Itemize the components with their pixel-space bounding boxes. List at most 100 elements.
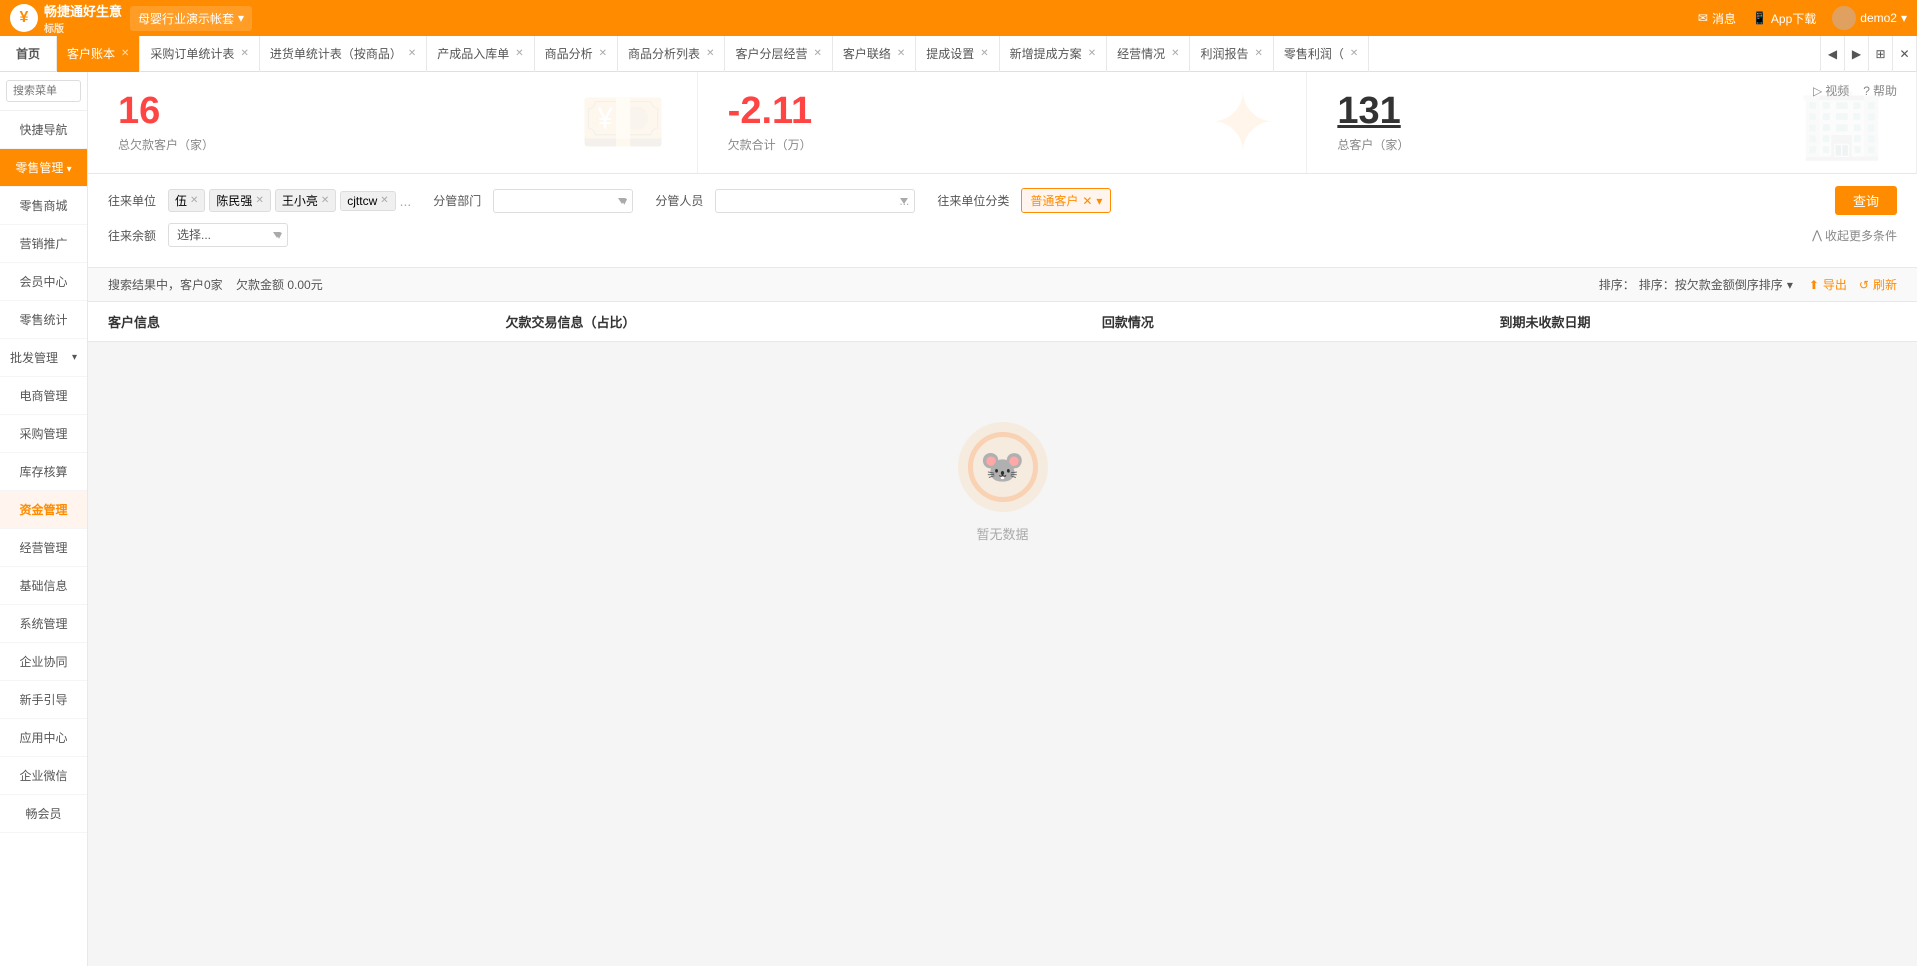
tab-operation-status[interactable]: 经营情况 ✕ [1107,36,1190,72]
tab-prev-btn[interactable]: ◀ [1821,36,1845,72]
close-tab-customer-contact[interactable]: ✕ [897,48,905,59]
empty-state: 🐭 暂无数据 [88,342,1917,623]
sidebar-item-guide[interactable]: 新手引导 [0,681,87,719]
tab-customer-book[interactable]: 客户账本 ✕ [57,36,140,72]
filter-section: 往来单位 伍 ✕ 陈民强 ✕ 王小亮 ✕ [88,174,1917,268]
refresh-btn[interactable]: ↺ 刷新 [1859,276,1897,293]
sidebar-item-vip[interactable]: 畅会员 [0,795,87,833]
account-selector[interactable]: 母婴行业演示帐套 ▾ [130,6,252,31]
tab-home[interactable]: 首页 [0,36,57,72]
del-category-tag[interactable]: ✕ [1082,194,1092,208]
stats-row: ▷ 视频 ? 帮助 💴 16 总欠款客户（家） ✦ -2.11 [88,72,1917,174]
close-tab-goods-analysis-list[interactable]: ✕ [706,48,714,59]
unit-tag-wu: 伍 ✕ [168,189,205,212]
col-due-date: 到期未收款日期 [1499,312,1897,331]
table-header: 客户信息 欠款交易信息（占比） 回款情况 到期未收款日期 [88,302,1917,342]
main-layout: 快捷导航 零售管理 ▾ 零售商城 营销推广 会员中心 零售统计 批发管理 ▾ 电… [0,72,1917,966]
close-tab-customer-segment[interactable]: ✕ [813,48,821,59]
del-unit-tag-wu[interactable]: ✕ [190,195,198,206]
sidebar-item-inventory[interactable]: 库存核算 [0,453,87,491]
sidebar-search-row [0,72,87,111]
unit-tag-chen: 陈民强 ✕ [209,189,270,212]
tab-product-entry[interactable]: 产成品入库单 ✕ [427,36,534,72]
close-tab-promotion-settings[interactable]: ✕ [980,48,988,59]
export-btn[interactable]: ⬆ 导出 [1809,276,1847,293]
tab-goods-analysis-list[interactable]: 商品分析列表 ✕ [618,36,725,72]
tab-customer-contact[interactable]: 客户联络 ✕ [833,36,916,72]
user-avatar[interactable]: demo2 ▾ [1832,6,1907,30]
sidebar-item-system[interactable]: 系统管理 [0,605,87,643]
sidebar-item-app-center[interactable]: 应用中心 [0,719,87,757]
tab-promotion-settings[interactable]: 提成设置 ✕ [916,36,999,72]
top-bar: ¥ 畅捷通好生意 标版 母婴行业演示帐套 ▾ ✉ 消息 📱 App下载 demo… [0,0,1917,36]
collapse-btn[interactable]: ⋀ 收起更多条件 [1812,227,1897,244]
balance-selector: 选择... ▾ [168,223,288,247]
avatar-img [1832,6,1856,30]
filter-more-dots[interactable]: ... [400,193,412,209]
page-actions: ▷ 视频 ? 帮助 [1813,82,1897,99]
filter-row-2: 往来余额 选择... ▾ ⋀ 收起更多条件 [108,223,1897,247]
sidebar-search-input[interactable] [6,80,81,102]
del-unit-tag-chen[interactable]: ✕ [255,195,263,206]
close-tab-product-entry[interactable]: ✕ [515,48,523,59]
unit-tags: 伍 ✕ 陈民强 ✕ 王小亮 ✕ cjttcw ✕ [168,189,411,212]
close-tab-operation-status[interactable]: ✕ [1171,48,1179,59]
close-tab-goods-analysis[interactable]: ✕ [599,48,607,59]
content-area: ▷ 视频 ? 帮助 💴 16 总欠款客户（家） ✦ -2.11 [88,72,1917,966]
tab-purchase-stat[interactable]: 进货单统计表（按商品） ✕ [260,36,427,72]
close-tab-customer-book[interactable]: ✕ [121,48,129,59]
help-btn[interactable]: ? 帮助 [1863,82,1897,99]
dept-select[interactable] [493,189,633,213]
unit-label: 往来单位 [108,192,156,209]
tab-profit-report[interactable]: 利润报告 ✕ [1190,36,1273,72]
app-download-btn[interactable]: 📱 App下载 [1752,10,1816,27]
sidebar-item-retail-mall[interactable]: 零售商城 [0,187,87,225]
debt-amount-text: 欠款金额 0.00元 [236,278,323,292]
sidebar-item-quick-nav[interactable]: 快捷导航 [0,111,87,149]
close-tab-purchase-order[interactable]: ✕ [240,48,248,59]
message-btn[interactable]: ✉ 消息 [1698,10,1736,27]
stat-total-customers: 💴 16 总欠款客户（家） [88,72,698,173]
video-btn[interactable]: ▷ 视频 [1813,82,1849,99]
close-tab-purchase-stat[interactable]: ✕ [408,48,416,59]
person-select[interactable] [715,189,915,213]
empty-icon-wrapper: 🐭 [958,422,1048,512]
del-unit-tag-cjttcw[interactable]: ✕ [380,195,388,206]
del-unit-tag-wang[interactable]: ✕ [321,195,329,206]
tab-nav-arrows: ◀ ▶ ⊞ ✕ [1820,36,1917,72]
tab-purchase-order[interactable]: 采购订单统计表 ✕ [140,36,259,72]
balance-select[interactable]: 选择... [168,223,288,247]
close-tab-retail-profit[interactable]: ✕ [1350,48,1358,59]
sidebar-item-retail-manage[interactable]: 零售管理 ▾ [0,149,87,187]
query-btn[interactable]: 查询 [1835,186,1897,215]
person-label: 分管人员 [655,192,703,209]
sort-btn[interactable]: 排序： 排序：按欠款金额倒序排序 ▾ [1599,276,1793,293]
sidebar-item-finance[interactable]: 资金管理 [0,491,87,529]
sidebar-item-ecommerce[interactable]: 电商管理 [0,377,87,415]
tab-goods-analysis[interactable]: 商品分析 ✕ [535,36,618,72]
close-tab-new-achievement[interactable]: ✕ [1088,48,1096,59]
sidebar-item-purchase-manage[interactable]: 采购管理 [0,415,87,453]
total-all-value: 131 [1337,92,1400,130]
unit-tag-cjttcw: cjttcw ✕ [340,191,395,211]
tab-close-all-btn[interactable]: ✕ [1893,36,1917,72]
tab-retail-profit[interactable]: 零售利润（ ✕ [1274,36,1369,72]
stat-total-debt: ✦ -2.11 欠款合计（万） [698,72,1308,173]
sidebar-item-basic-info[interactable]: 基础信息 [0,567,87,605]
tab-expand-btn[interactable]: ⊞ [1869,36,1893,72]
sidebar-item-wholesale-manage[interactable]: 批发管理 ▾ [0,339,87,377]
nav-tabs: 首页 客户账本 ✕ 采购订单统计表 ✕ 进货单统计表（按商品） ✕ 产成品入库单… [0,36,1917,72]
sidebar-item-wechat[interactable]: 企业微信 [0,757,87,795]
search-results-text: 搜索结果中，客户0家 [108,278,223,292]
sidebar-item-enterprise[interactable]: 企业协同 [0,643,87,681]
close-tab-profit-report[interactable]: ✕ [1255,48,1263,59]
sidebar-item-retail-stats[interactable]: 零售统计 [0,301,87,339]
tab-new-achievement[interactable]: 新增提成方案 ✕ [1000,36,1107,72]
total-customers-label: 总欠款客户（家） [118,136,214,153]
tab-next-btn[interactable]: ▶ [1845,36,1869,72]
sidebar-item-operation[interactable]: 经营管理 [0,529,87,567]
person-selector: ... [715,189,915,213]
sidebar-item-member-center[interactable]: 会员中心 [0,263,87,301]
sidebar-item-marketing[interactable]: 营销推广 [0,225,87,263]
tab-customer-segment[interactable]: 客户分层经营 ✕ [725,36,832,72]
